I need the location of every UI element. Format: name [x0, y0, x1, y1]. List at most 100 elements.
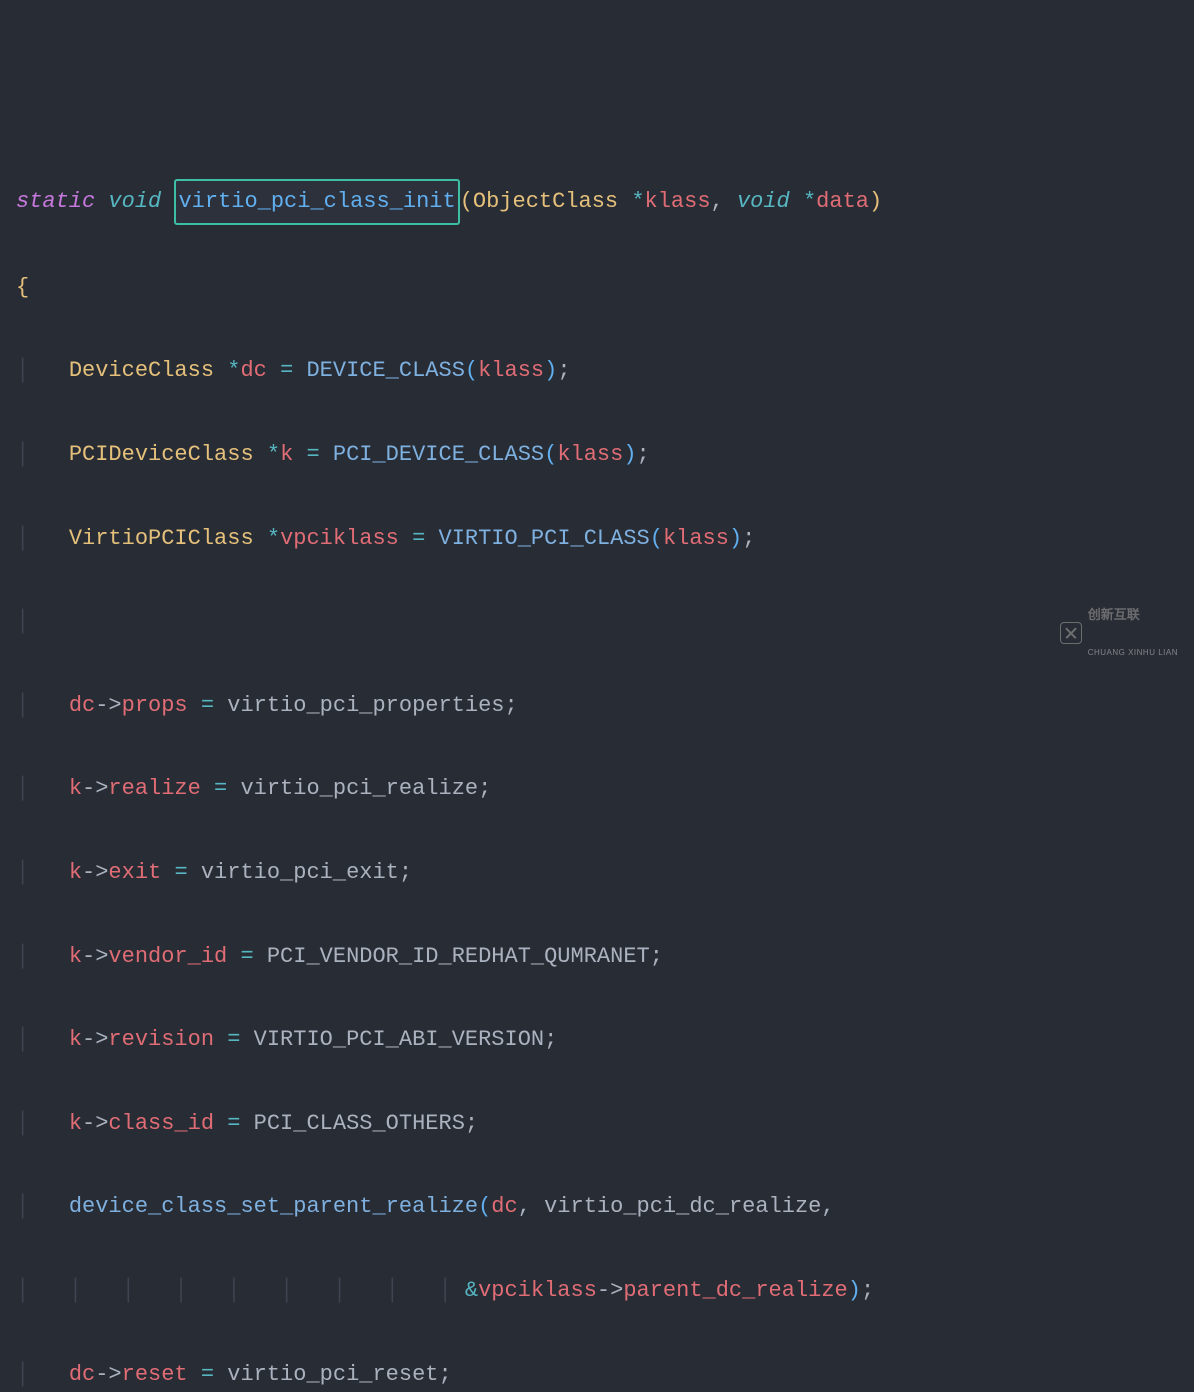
type-virtiopciclass: VirtioPCIClass: [69, 526, 254, 551]
indent-guide: │: [16, 860, 69, 885]
code-line-7[interactable]: │ dc->props = virtio_pci_properties;: [8, 685, 1186, 727]
code-line-9[interactable]: │ k->exit = virtio_pci_exit;: [8, 852, 1186, 894]
param-type-2: void: [737, 189, 790, 214]
watermark-icon: [1060, 622, 1082, 644]
semi: ;: [465, 1111, 478, 1136]
indent-guide: │: [16, 609, 29, 634]
code-line-14[interactable]: │ │ │ │ │ │ │ │ │ &vpciklass->parent_dc_…: [8, 1270, 1186, 1312]
arg-dc: dc: [491, 1194, 517, 1219]
code-line-3[interactable]: │ DeviceClass *dc = DEVICE_CLASS(klass);: [8, 350, 1186, 392]
arrow: ->: [95, 693, 121, 718]
rhs-reset: virtio_pci_reset: [227, 1362, 438, 1387]
paren-open: (: [460, 189, 473, 214]
type-void: void: [108, 189, 161, 214]
param-type-1: ObjectClass: [473, 189, 618, 214]
obj-k: k: [69, 944, 82, 969]
eq: =: [280, 358, 293, 383]
member-props: props: [122, 693, 188, 718]
paren-close: ): [729, 526, 742, 551]
comma: ,: [711, 189, 724, 214]
rhs-class-id: PCI_CLASS_OTHERS: [254, 1111, 465, 1136]
arrow: ->: [82, 1111, 108, 1136]
indent-guide: │: [16, 1027, 69, 1052]
eq: =: [306, 442, 319, 467]
watermark-text: 创新互联 CHUANG XINHU LIAN: [1088, 582, 1178, 684]
eq: =: [240, 944, 253, 969]
param-name-1: klass: [645, 189, 711, 214]
semi: ;: [505, 693, 518, 718]
indent-guide: │: [16, 358, 69, 383]
code-line-2[interactable]: {: [8, 267, 1186, 309]
code-line-5[interactable]: │ VirtioPCIClass *vpciklass = VIRTIO_PCI…: [8, 518, 1186, 560]
arg-realize-fn: virtio_pci_dc_realize: [544, 1194, 821, 1219]
type-pcidevclass: PCIDeviceClass: [69, 442, 254, 467]
rhs-vendor: PCI_VENDOR_ID_REDHAT_QUMRANET: [267, 944, 650, 969]
var-vpciklass: vpciklass: [280, 526, 399, 551]
star: *: [227, 358, 240, 383]
obj-k: k: [69, 1111, 82, 1136]
arg-klass: klass: [663, 526, 729, 551]
eq: =: [174, 860, 187, 885]
paren-close: ): [623, 442, 636, 467]
eq: =: [214, 776, 227, 801]
code-line-10[interactable]: │ k->vendor_id = PCI_VENDOR_ID_REDHAT_QU…: [8, 936, 1186, 978]
rhs-revision: VIRTIO_PCI_ABI_VERSION: [254, 1027, 544, 1052]
indent-guide: │: [16, 944, 69, 969]
member-reset: reset: [122, 1362, 188, 1387]
semi: ;: [650, 944, 663, 969]
code-line-6[interactable]: │: [8, 601, 1186, 643]
fn-pci-device-class: PCI_DEVICE_CLASS: [333, 442, 544, 467]
obj-k: k: [69, 860, 82, 885]
indent-guide: │: [16, 693, 69, 718]
eq: =: [227, 1027, 240, 1052]
indent-guide: │: [16, 526, 69, 551]
arrow: ->: [95, 1362, 121, 1387]
code-line-4[interactable]: │ PCIDeviceClass *k = PCI_DEVICE_CLASS(k…: [8, 434, 1186, 476]
code-line-13[interactable]: │ device_class_set_parent_realize(dc, vi…: [8, 1186, 1186, 1228]
code-line-1[interactable]: static void virtio_pci_class_init(Object…: [8, 179, 1186, 225]
paren-open: (: [478, 1194, 491, 1219]
indent-guide: │: [16, 1111, 69, 1136]
arrow: ->: [82, 776, 108, 801]
arg-klass: klass: [557, 442, 623, 467]
fn-device-class: DEVICE_CLASS: [306, 358, 464, 383]
semi: ;: [861, 1278, 874, 1303]
indent-guide: │: [16, 1194, 69, 1219]
watermark-sub: CHUANG XINHU LIAN: [1088, 649, 1178, 658]
keyword-static: static: [16, 189, 95, 214]
semi: ;: [557, 358, 570, 383]
indent-guide: │: [16, 442, 69, 467]
paren-open: (: [465, 358, 478, 383]
arg-klass: klass: [478, 358, 544, 383]
rhs-exit: virtio_pci_exit: [201, 860, 399, 885]
watermark-main: 创新互联: [1088, 608, 1178, 622]
watermark: 创新互联 CHUANG XINHU LIAN: [1060, 582, 1178, 684]
indent-guide: │ │ │ │ │ │ │ │ │: [16, 1278, 465, 1303]
member-revision: revision: [108, 1027, 214, 1052]
code-line-11[interactable]: │ k->revision = VIRTIO_PCI_ABI_VERSION;: [8, 1019, 1186, 1061]
amp: &: [465, 1278, 478, 1303]
code-line-8[interactable]: │ k->realize = virtio_pci_realize;: [8, 768, 1186, 810]
param-name-2: data: [816, 189, 869, 214]
semi: ;: [742, 526, 755, 551]
semi: ;: [438, 1362, 451, 1387]
brace-open: {: [16, 275, 29, 300]
semi: ;: [544, 1027, 557, 1052]
indent-guide: │: [16, 1362, 69, 1387]
paren-close: ): [869, 189, 882, 214]
paren-close: ): [544, 358, 557, 383]
code-line-15[interactable]: │ dc->reset = virtio_pci_reset;: [8, 1354, 1186, 1392]
arrow: ->: [82, 1027, 108, 1052]
semi: ;: [399, 860, 412, 885]
paren-open: (: [650, 526, 663, 551]
comma: ,: [518, 1194, 531, 1219]
star-op-2: *: [803, 189, 816, 214]
member-vendor-id: vendor_id: [108, 944, 227, 969]
obj-dc: dc: [69, 693, 95, 718]
obj-k: k: [69, 776, 82, 801]
paren-close: ): [848, 1278, 861, 1303]
highlighted-function-name[interactable]: virtio_pci_class_init: [174, 179, 459, 225]
code-line-12[interactable]: │ k->class_id = PCI_CLASS_OTHERS;: [8, 1103, 1186, 1145]
star: *: [267, 526, 280, 551]
type-deviceclass: DeviceClass: [69, 358, 214, 383]
